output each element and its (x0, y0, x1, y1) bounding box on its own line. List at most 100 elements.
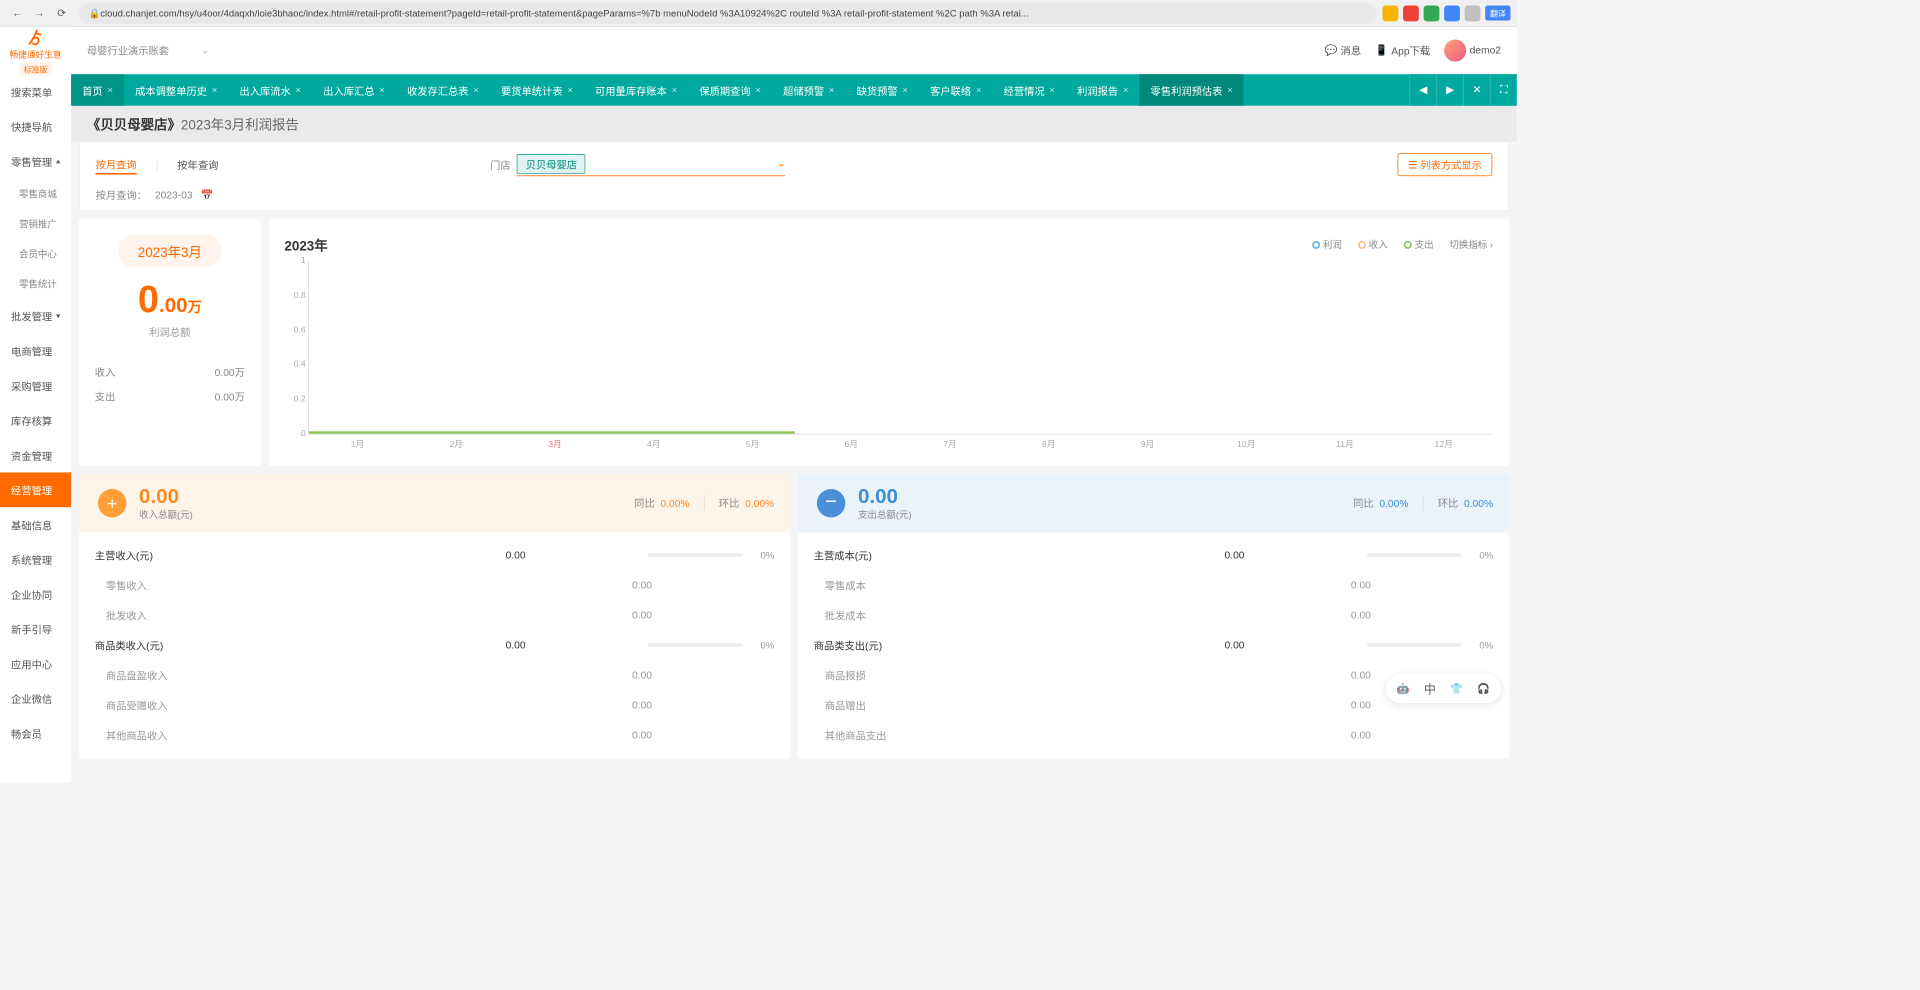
tab-by-month[interactable]: 按月查询 (96, 155, 137, 175)
translate-button[interactable]: 翻译 (1485, 6, 1510, 21)
sidebar-item[interactable]: 快捷导航 (0, 109, 71, 144)
sidebar-item[interactable]: 企业协同 (0, 577, 71, 612)
tab[interactable]: 可用量库存账本 × (584, 74, 688, 106)
close-icon[interactable]: × (1123, 85, 1129, 96)
ext-icon[interactable] (1383, 5, 1399, 21)
logo: ゟ 畅捷通好生意 标准版 (0, 27, 71, 74)
tabbar: 首页× 成本调整单历史×出入库流水×出入库汇总×收发存汇总表×要货单统计表×可用… (71, 74, 1517, 106)
sidebar-item[interactable]: 采购管理 (0, 368, 71, 403)
expense-amount-label: 支出总额(元) (858, 508, 912, 521)
tab[interactable]: 经营情况× (993, 74, 1066, 106)
tab[interactable]: 缺货预警× (846, 74, 919, 106)
sidebar-subitem[interactable]: 会员中心 (0, 239, 71, 269)
sidebar-item[interactable]: 经营管理 (0, 472, 71, 507)
summary-card: 2023年3月 0.00万 利润总额 收入0.00万 支出0.00万 (79, 219, 261, 466)
tab[interactable]: 保质期查询× (688, 74, 772, 106)
sidebar-item[interactable]: 电商管理 (0, 333, 71, 368)
close-icon[interactable]: × (296, 85, 302, 96)
close-icon[interactable]: × (1227, 85, 1233, 96)
reload-icon[interactable]: ⟳ (51, 2, 73, 24)
url-bar[interactable]: 🔒 cloud.chanjet.com/hsy/u4oor/4daqxh/ioi… (79, 3, 1376, 24)
close-icon[interactable]: × (902, 85, 908, 96)
ext-icon[interactable] (1465, 5, 1481, 21)
chevron-up-icon: ▴ (56, 157, 60, 166)
close-icon[interactable]: × (473, 85, 479, 96)
sidebar-subitem[interactable]: 营销推广 (0, 209, 71, 239)
topbar: 母婴行业演示账套⌄ 💬 消息 📱 App下载 demo2 (71, 27, 1517, 74)
tab[interactable]: 收发存汇总表× (396, 74, 490, 106)
switch-indicator-button[interactable]: 切换指标 › (1449, 238, 1493, 251)
account-selector[interactable]: 母婴行业演示账套⌄ (87, 43, 209, 58)
sidebar-subitem[interactable]: 零售统计 (0, 269, 71, 299)
tab-close-all-button[interactable]: ✕ (1463, 74, 1490, 106)
close-icon[interactable]: × (567, 85, 573, 96)
expense-yoy: 同比 0.00% (1353, 496, 1408, 511)
ext-icon[interactable] (1424, 5, 1440, 21)
sidebar-item-label: 应用中心 (11, 656, 52, 671)
x-tick: 10月 (1197, 438, 1296, 451)
sidebar-item[interactable]: 资金管理 (0, 438, 71, 473)
headset-icon[interactable]: 🎧 (1474, 679, 1493, 698)
lang-toggle[interactable]: 中 (1420, 679, 1439, 698)
sidebar-item[interactable]: 畅会员 (0, 716, 71, 751)
list-view-button[interactable]: ☰列表方式显示 (1398, 153, 1493, 176)
messages-button[interactable]: 💬 消息 (1325, 43, 1362, 58)
close-icon[interactable]: × (1049, 85, 1055, 96)
sidebar-item[interactable]: 库存核算 (0, 403, 71, 438)
close-icon[interactable]: × (379, 85, 385, 96)
x-tick: 9月 (1098, 438, 1197, 451)
tab[interactable]: 超储预警× (772, 74, 845, 106)
forward-icon[interactable]: → (28, 2, 50, 24)
row-value: 0.00 (632, 579, 774, 591)
x-tick: 12月 (1394, 438, 1493, 451)
sidebar-item[interactable]: 基础信息 (0, 507, 71, 542)
tab[interactable]: 零售利润预估表× (1140, 74, 1244, 106)
sidebar-subitem[interactable]: 零售商城 (0, 179, 71, 209)
close-icon[interactable]: × (107, 85, 113, 96)
back-icon[interactable]: ← (6, 2, 28, 24)
ext-icon[interactable] (1403, 5, 1419, 21)
tab[interactable]: 利润报告× (1066, 74, 1139, 106)
panel-row: 商品类收入(元)0.000% (95, 630, 774, 660)
tab[interactable]: 出入库流水× (228, 74, 312, 106)
expense-label: 支出 (95, 389, 116, 404)
tab-next-button[interactable]: ▶ (1436, 74, 1463, 106)
sidebar-item[interactable]: 零售管理▴ (0, 144, 71, 179)
chevron-down-icon: ▾ (56, 312, 60, 321)
robot-icon[interactable]: 🤖 (1394, 679, 1413, 698)
close-icon[interactable]: × (672, 85, 678, 96)
sidebar-item[interactable]: 批发管理▾ (0, 299, 71, 334)
ext-icon[interactable] (1444, 5, 1460, 21)
y-tick: 0.6 (285, 325, 306, 334)
close-icon[interactable]: × (212, 85, 218, 96)
user-menu[interactable]: demo2 (1444, 39, 1501, 61)
row-pct: 0% (1469, 550, 1493, 561)
sidebar-item[interactable]: 系统管理 (0, 542, 71, 577)
close-icon[interactable]: × (755, 85, 761, 96)
tab-prev-button[interactable]: ◀ (1409, 74, 1436, 106)
month-filter-value: 2023-03 (155, 189, 193, 201)
tab-by-year[interactable]: 按年查询 (177, 156, 218, 174)
download-button[interactable]: 📱 App下载 (1375, 43, 1430, 58)
shirt-icon[interactable]: 👕 (1447, 679, 1466, 698)
income-icon: + (95, 486, 130, 521)
tab-home[interactable]: 首页× (71, 74, 124, 106)
fullscreen-button[interactable]: ⛶ (1490, 74, 1517, 106)
tab[interactable]: 要货单统计表× (490, 74, 584, 106)
calendar-icon[interactable]: 📅 (200, 188, 213, 201)
panel-row: 商品受赠收入0.00 (95, 690, 774, 720)
x-tick: 8月 (999, 438, 1098, 451)
store-selector[interactable]: 门店 贝贝母婴店 ⌄ (490, 154, 785, 176)
messages-label: 消息 (1341, 43, 1362, 58)
close-icon[interactable]: × (976, 85, 982, 96)
sidebar-item[interactable]: 企业微信 (0, 681, 71, 716)
close-icon[interactable]: × (829, 85, 835, 96)
sidebar-item[interactable]: 搜索菜单 (0, 74, 71, 109)
month-badge: 2023年3月 (119, 235, 221, 267)
tab[interactable]: 成本调整单历史× (124, 74, 228, 106)
sidebar-item[interactable]: 应用中心 (0, 646, 71, 681)
tab[interactable]: 出入库汇总× (312, 74, 396, 106)
sidebar-item[interactable]: 新手引导 (0, 611, 71, 646)
tab-label: 可用量库存账本 (595, 83, 667, 98)
tab[interactable]: 客户联络× (919, 74, 992, 106)
